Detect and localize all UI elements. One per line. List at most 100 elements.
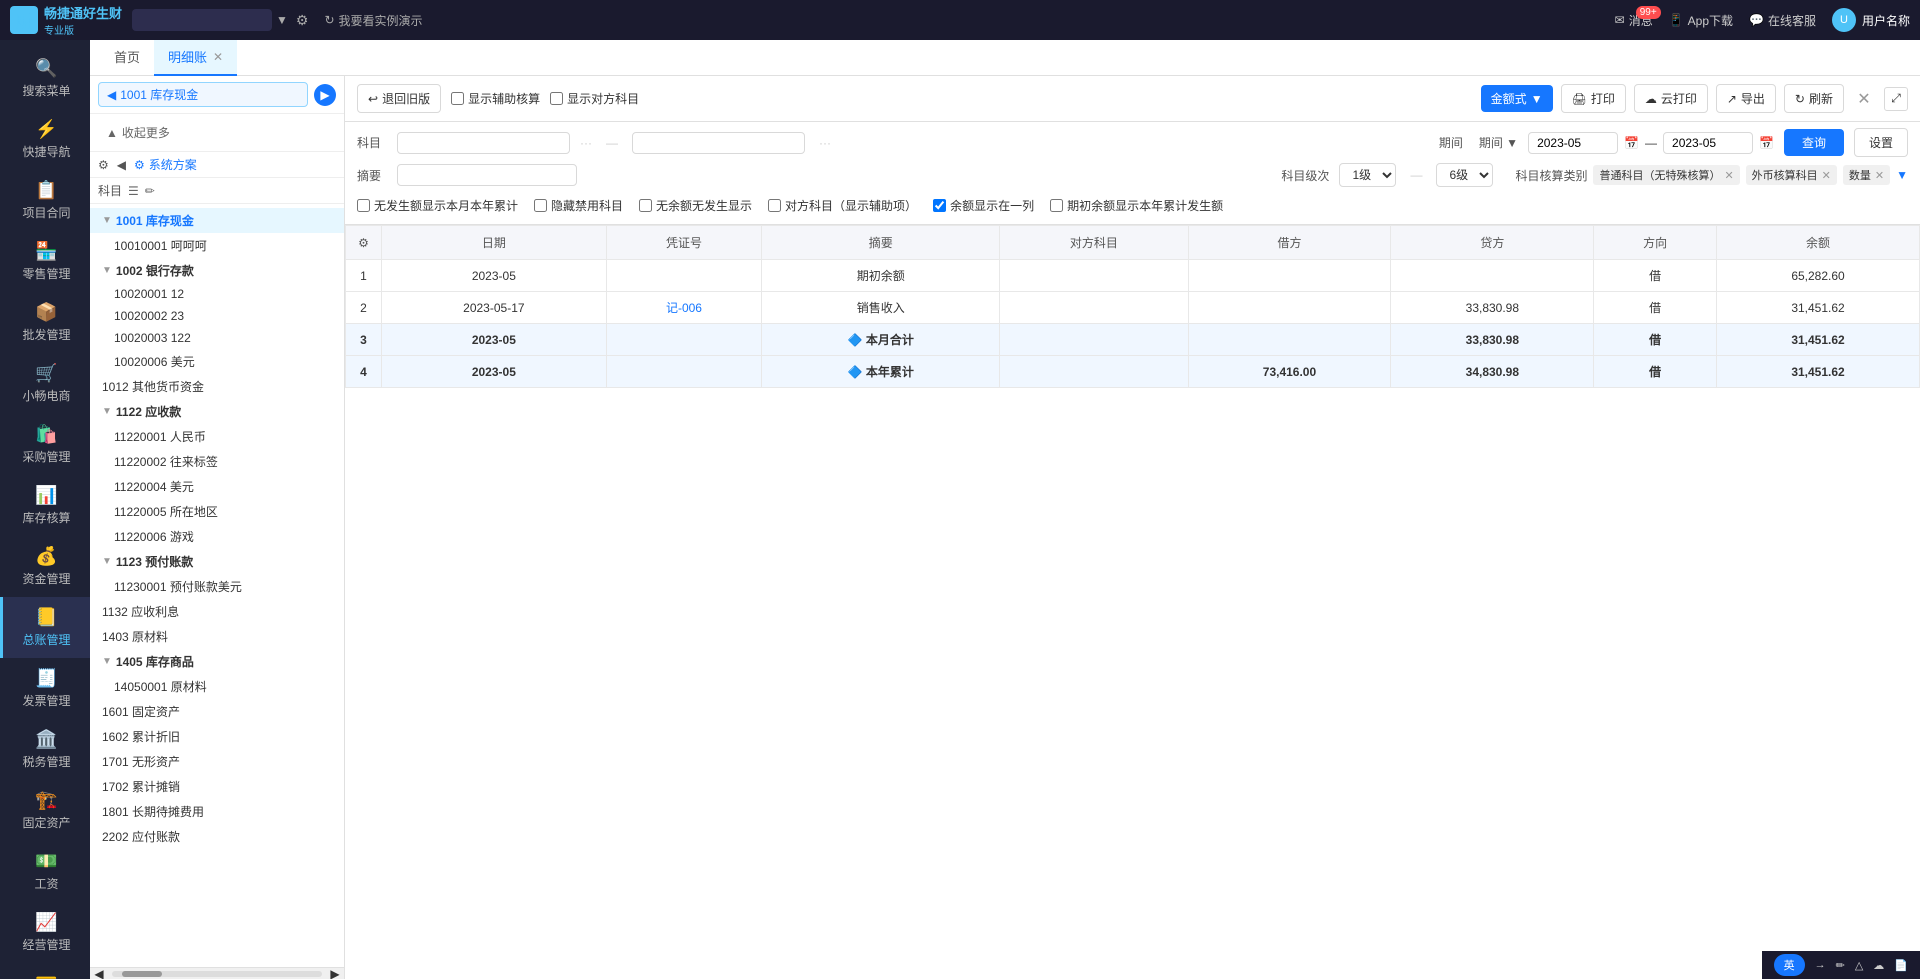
- period-calendar-start[interactable]: 📅: [1624, 136, 1639, 150]
- close-panel-button[interactable]: ✕: [1852, 87, 1876, 111]
- period-calendar-end[interactable]: 📅: [1759, 136, 1774, 150]
- account-item-10020002[interactable]: 10020002 23: [90, 305, 344, 327]
- cb-contra[interactable]: 对方科目（显示辅助项）: [768, 197, 917, 214]
- account-item-1012[interactable]: 1012 其他货币资金: [90, 374, 344, 399]
- show-contra-input[interactable]: [550, 92, 563, 105]
- account-item-1002[interactable]: ▼ 1002 银行存款: [90, 258, 344, 283]
- show-contra-checkbox[interactable]: 显示对方科目: [550, 90, 639, 107]
- lang-switch-button[interactable]: 英: [1774, 954, 1805, 976]
- sidebar-item-operations[interactable]: 📈 经营管理: [0, 902, 90, 963]
- sidebar-item-retail[interactable]: 🏪 零售管理: [0, 231, 90, 292]
- status-doc-icon[interactable]: 📄: [1894, 959, 1908, 972]
- online-service-button[interactable]: 💬 在线客服: [1749, 12, 1816, 29]
- cb-balance-one-col[interactable]: 余额显示在一列: [933, 197, 1034, 214]
- account-item-11220002[interactable]: 11220002 往来标签: [90, 449, 344, 474]
- account-item-1701[interactable]: 1701 无形资产: [90, 749, 344, 774]
- account-item-1601[interactable]: 1601 固定资产: [90, 699, 344, 724]
- sidebar-item-invoice[interactable]: 🧾 发票管理: [0, 658, 90, 719]
- cloud-print-button[interactable]: ☁ 云打印: [1634, 84, 1708, 113]
- account-nav-arrow[interactable]: ▶: [314, 84, 336, 106]
- sidebar-item-ledger[interactable]: 📒 总账管理: [0, 597, 90, 658]
- cb-no-balance[interactable]: 无余额无发生显示: [639, 197, 752, 214]
- tab-home[interactable]: 首页: [100, 40, 154, 76]
- filter-icon-btn[interactable]: ⚙: [98, 158, 109, 172]
- sidebar-item-salary[interactable]: 💵 工资: [0, 841, 90, 902]
- sidebar-item-search[interactable]: 🔍 搜索菜单: [0, 48, 90, 109]
- account-item-11230001[interactable]: 11230001 预付账款美元: [90, 574, 344, 599]
- cb-opening-bal-input[interactable]: [1050, 199, 1063, 212]
- cb-hide-disabled-input[interactable]: [534, 199, 547, 212]
- account-item-1403[interactable]: 1403 原材料: [90, 624, 344, 649]
- demo-link[interactable]: ↻ 我要看实例演示: [324, 12, 422, 29]
- account-item-1001[interactable]: ▼ 1001 库存现金: [90, 208, 344, 233]
- qty-dropdown[interactable]: ▼: [1896, 168, 1908, 182]
- expand-more-button[interactable]: ▲ 收起更多: [98, 120, 178, 145]
- back-old-version-button[interactable]: ↩ 退回旧版: [357, 84, 441, 113]
- status-edit-icon[interactable]: ✏: [1836, 959, 1845, 972]
- account-item-14050001[interactable]: 14050001 原材料: [90, 674, 344, 699]
- scheme-tag[interactable]: ⚙ 系统方案: [134, 156, 197, 173]
- toolbar-edit-icon[interactable]: ✏: [145, 184, 155, 198]
- cb-no-balance-input[interactable]: [639, 199, 652, 212]
- horizontal-scrollbar[interactable]: ◀ ▶: [90, 967, 344, 979]
- cb-balance-one-col-input[interactable]: [933, 199, 946, 212]
- account-item-2202[interactable]: 2202 应付账款: [90, 824, 344, 849]
- user-info[interactable]: U 用户名称: [1832, 8, 1910, 32]
- show-aux-input[interactable]: [451, 92, 464, 105]
- level-to-select[interactable]: 6级 5级: [1436, 163, 1493, 187]
- cb-no-occur[interactable]: 无发生额显示本月本年累计: [357, 197, 518, 214]
- subject-input[interactable]: [397, 132, 570, 154]
- sidebar-item-tax[interactable]: 🏛️ 税务管理: [0, 719, 90, 780]
- period-end-input[interactable]: [1663, 132, 1753, 154]
- account-item-10010001[interactable]: 10010001 呵呵呵: [90, 233, 344, 258]
- cb-contra-input[interactable]: [768, 199, 781, 212]
- account-item-1132[interactable]: 1132 应收利息: [90, 599, 344, 624]
- sidebar-item-expense[interactable]: 💳 小畅报销: [0, 963, 90, 979]
- voucher-link[interactable]: 记-006: [666, 301, 702, 315]
- search-dropdown-icon[interactable]: ▼: [276, 13, 288, 27]
- sidebar-item-wholesale[interactable]: 📦 批发管理: [0, 292, 90, 353]
- settings-icon[interactable]: ⚙: [296, 12, 309, 29]
- amount-format-button[interactable]: 金额式 ▼: [1481, 85, 1553, 112]
- cb-hide-disabled[interactable]: 隐藏禁用科目: [534, 197, 623, 214]
- sidebar-item-ecommerce[interactable]: 🛒 小畅电商: [0, 353, 90, 414]
- account-item-1122[interactable]: ▼ 1122 应收款: [90, 399, 344, 424]
- account-item-11220001[interactable]: 11220001 人民币: [90, 424, 344, 449]
- message-button[interactable]: ✉ 消息 99+: [1615, 12, 1653, 29]
- sidebar-item-nav[interactable]: ⚡ 快捷导航: [0, 109, 90, 170]
- tag-normal-close[interactable]: ✕: [1724, 169, 1733, 182]
- search-button[interactable]: 查询: [1784, 129, 1844, 156]
- account-item-10020003[interactable]: 10020003 122: [90, 327, 344, 349]
- period-start-input[interactable]: [1528, 132, 1618, 154]
- sidebar-item-purchase[interactable]: 🛍️ 采购管理: [0, 414, 90, 475]
- status-triangle-icon[interactable]: △: [1855, 959, 1863, 972]
- scrollbar-track[interactable]: [112, 971, 322, 977]
- sidebar-item-capital[interactable]: 💰 资金管理: [0, 536, 90, 597]
- expand-panel-button[interactable]: ⤢: [1884, 87, 1908, 111]
- account-item-1123[interactable]: ▼ 1123 预付账款: [90, 549, 344, 574]
- account-item-1702[interactable]: 1702 累计摊销: [90, 774, 344, 799]
- account-item-1602[interactable]: 1602 累计折旧: [90, 724, 344, 749]
- account-item-1801[interactable]: 1801 长期待摊费用: [90, 799, 344, 824]
- sidebar-item-inventory[interactable]: 📊 库存核算: [0, 475, 90, 536]
- sidebar-item-project[interactable]: 📋 项目合同: [0, 170, 90, 231]
- collapse-icon-btn[interactable]: ◀: [117, 158, 126, 172]
- sidebar-item-assets[interactable]: 🏗️ 固定资产: [0, 780, 90, 841]
- refresh-button[interactable]: ↻ 刷新: [1784, 84, 1844, 113]
- tab-detail[interactable]: 明细账 ✕: [154, 40, 237, 76]
- show-aux-checkbox[interactable]: 显示辅助核算: [451, 90, 540, 107]
- status-cloud-icon[interactable]: ☁: [1873, 959, 1884, 972]
- app-download-button[interactable]: 📱 App下载: [1669, 12, 1733, 29]
- cb-no-occur-input[interactable]: [357, 199, 370, 212]
- tab-close-icon[interactable]: ✕: [213, 50, 223, 64]
- scroll-right-btn[interactable]: ▶: [326, 967, 344, 979]
- account-item-11220004[interactable]: 11220004 美元: [90, 474, 344, 499]
- subject-input2[interactable]: [632, 132, 805, 154]
- account-item-10020001[interactable]: 10020001 12: [90, 283, 344, 305]
- export-button[interactable]: ↗ 导出: [1716, 84, 1776, 113]
- tag-foreign-close[interactable]: ✕: [1822, 169, 1831, 182]
- level-from-select[interactable]: 1级 2级: [1339, 163, 1396, 187]
- print-button[interactable]: 🖨 打印: [1561, 84, 1626, 113]
- scroll-left-btn[interactable]: ◀: [90, 967, 108, 979]
- toolbar-list-icon[interactable]: ☰: [128, 184, 139, 198]
